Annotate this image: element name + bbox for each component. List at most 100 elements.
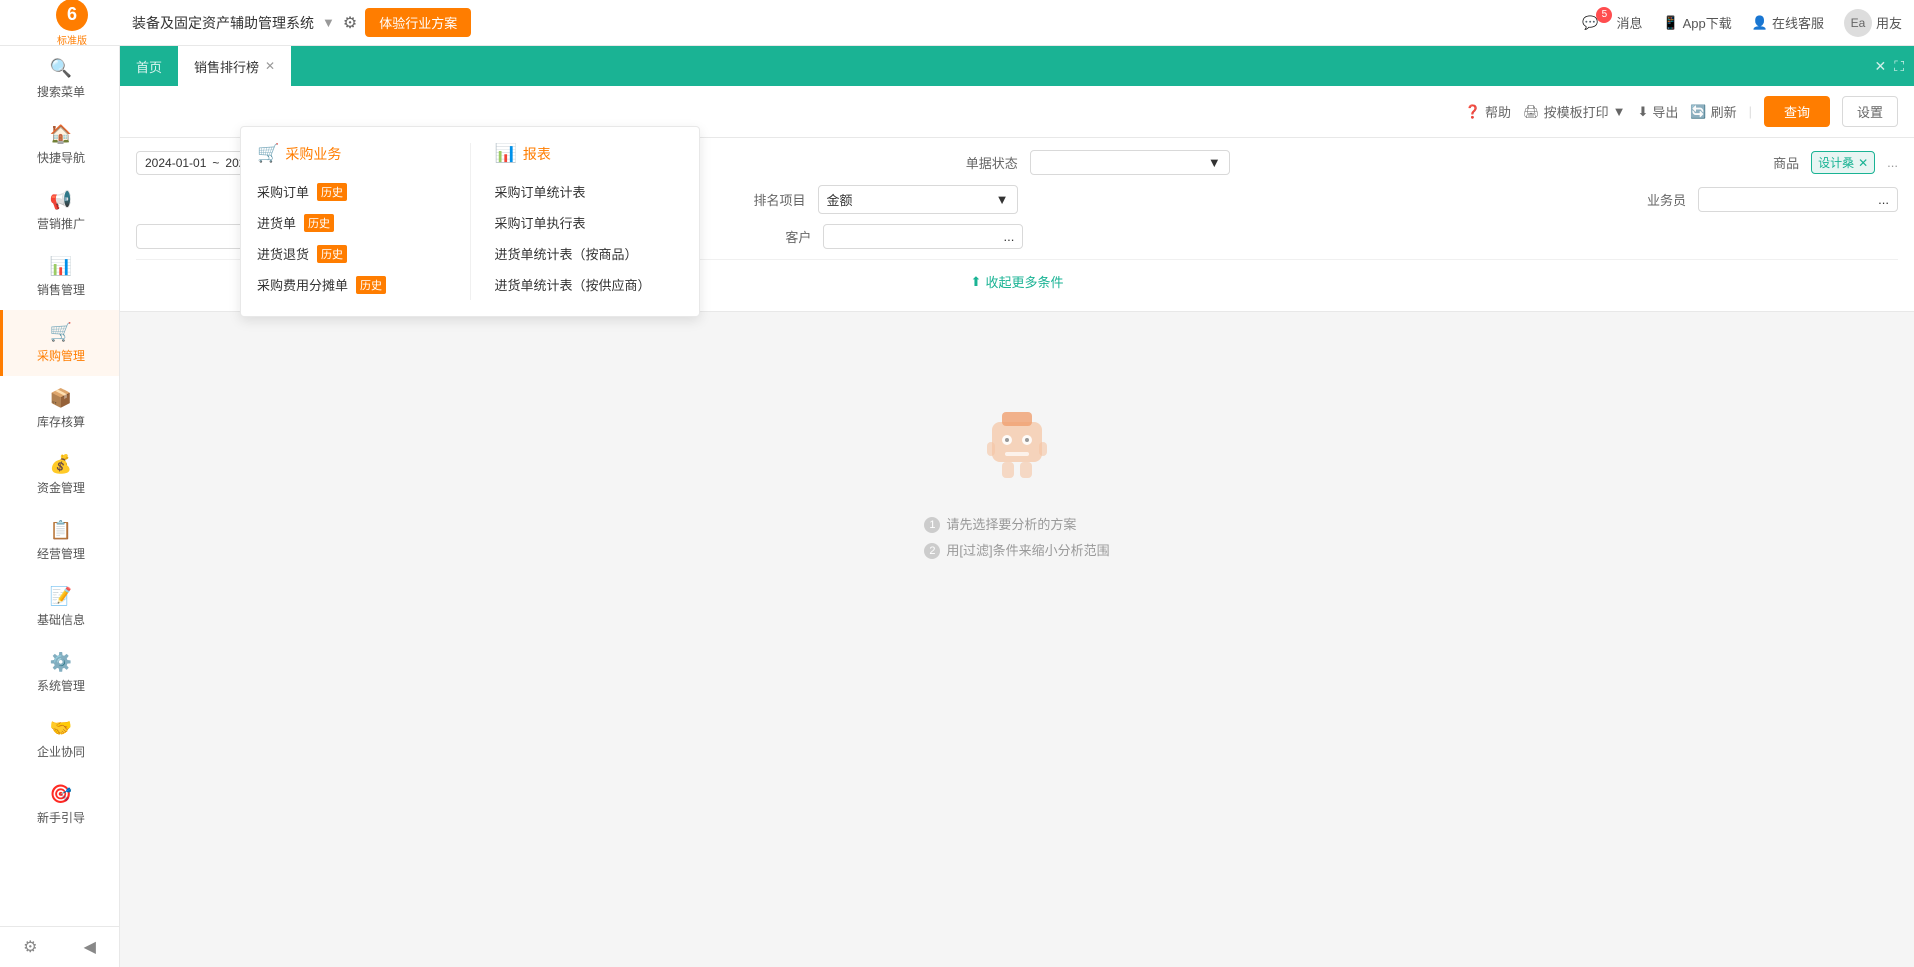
empty-illustration <box>967 392 1067 492</box>
report-col-icon: 📊 <box>495 143 517 164</box>
report-col: 📊 报表 采购订单统计表 采购订单执行表 进货单统计表（按商品） 进货单统计表（… <box>495 143 684 300</box>
dropdown-receive-order-label: 进货单 <box>257 213 296 232</box>
sidebar-item-sales[interactable]: 📊 销售管理 <box>0 244 119 310</box>
sidebar-item-operations[interactable]: 📋 经营管理 <box>0 508 119 574</box>
goods-more-icon[interactable]: ... <box>1887 155 1898 170</box>
sidebar-label-system: 系统管理 <box>37 677 85 694</box>
search-icon: 🔍 <box>50 58 72 79</box>
finance-icon: 💰 <box>50 454 72 475</box>
user-name: 用友 <box>1876 13 1902 32</box>
header-middle: 装备及固定资产辅助管理系统 ▼ ⚙ 体验行业方案 <box>132 8 1582 37</box>
tab-close-icon[interactable]: ✕ <box>265 59 275 73</box>
sidebar-item-nav[interactable]: 🏠 快捷导航 <box>0 112 119 178</box>
online-service-label: 在线客服 <box>1772 13 1824 32</box>
sidebar-item-marketing[interactable]: 📢 营销推广 <box>0 178 119 244</box>
sidebar-settings-btn[interactable]: ⚙ <box>23 937 37 957</box>
sidebar-collapse-btn[interactable]: ◀ <box>84 937 96 957</box>
tip-text-1: 请先选择要分析的方案 <box>946 512 1076 538</box>
print-dropdown-icon[interactable]: ▼ <box>1613 104 1626 119</box>
dropdown-receive-order[interactable]: 进货单 历史 <box>257 207 446 238</box>
purchase-order-history-badge: 历史 <box>317 183 347 201</box>
dropdown-purchase-order-stat[interactable]: 采购订单统计表 <box>495 176 684 207</box>
empty-tips: 1 请先选择要分析的方案 2 用[过滤]条件来缩小分析范围 <box>924 512 1109 564</box>
refresh-label: 刷新 <box>1711 102 1737 121</box>
tab-sales-rank[interactable]: 销售排行榜 ✕ <box>178 46 291 86</box>
logo-subtitle: 标准版 <box>57 32 87 47</box>
customer-select[interactable]: ... <box>823 224 1023 249</box>
salesperson-label: 业务员 <box>1647 190 1686 209</box>
tab-bar-right: ✕ ⛶ <box>1874 58 1914 75</box>
service-icon: 👤 <box>1752 15 1768 31</box>
dropdown-purchase-order-exec[interactable]: 采购订单执行表 <box>495 207 684 238</box>
messages-label: 消息 <box>1616 13 1642 32</box>
dropdown-expense[interactable]: 采购费用分摊单 历史 <box>257 269 446 300</box>
sidebar-item-inventory[interactable]: 📦 库存核算 <box>0 376 119 442</box>
sidebar-item-purchase[interactable]: 🛒 采购管理 <box>0 310 119 376</box>
top-header: 6 标准版 装备及固定资产辅助管理系统 ▼ ⚙ 体验行业方案 💬 5 消息 📱 … <box>0 0 1914 46</box>
sidebar-item-search[interactable]: 🔍 搜索菜单 <box>0 46 119 112</box>
online-service-item[interactable]: 👤 在线客服 <box>1752 13 1824 32</box>
rank-dropdown-icon: ▼ <box>996 192 1009 207</box>
help-icon: ❓ <box>1465 104 1481 120</box>
tab-expand-icon[interactable]: ⛶ <box>1894 58 1904 75</box>
dropdown-receive-stat-supplier-label: 进货单统计表（按供应商） <box>495 275 651 294</box>
purchase-icon: 🛒 <box>50 322 72 343</box>
operations-icon: 📋 <box>50 520 72 541</box>
help-btn[interactable]: ❓ 帮助 <box>1465 102 1511 121</box>
refresh-icon: 🔄 <box>1690 104 1706 120</box>
sidebar-label-basics: 基础信息 <box>37 611 85 628</box>
message-badge: 5 <box>1596 7 1612 23</box>
order-status-label: 单据状态 <box>966 153 1018 172</box>
date-start: 2024-01-01 <box>145 156 206 170</box>
print-btn[interactable]: 🖨 按模板打印 ▼ <box>1523 102 1625 121</box>
salesperson-select[interactable]: ... <box>1698 187 1898 212</box>
salesperson-more-icon[interactable]: ... <box>1878 192 1889 207</box>
dropdown-purchase-order[interactable]: 采购订单 历史 <box>257 176 446 207</box>
sidebar-item-collab[interactable]: 🤝 企业协同 <box>0 706 119 772</box>
report-col-title-text: 报表 <box>523 144 551 164</box>
user-item[interactable]: Ea 用友 <box>1844 9 1902 37</box>
rank-value: 金额 <box>827 190 853 209</box>
tip-num-2: 2 <box>924 543 940 559</box>
purchase-col-icon: 🛒 <box>257 143 279 164</box>
collapse-up-icon: ⬆ <box>971 274 982 290</box>
sidebar-item-finance[interactable]: 💰 资金管理 <box>0 442 119 508</box>
home-icon: 🏠 <box>50 124 72 145</box>
sidebar-item-guide[interactable]: 🎯 新手引导 <box>0 772 119 838</box>
query-btn[interactable]: 查询 <box>1764 96 1830 127</box>
receive-order-history-badge: 历史 <box>304 214 334 232</box>
system-dropdown-arrow[interactable]: ▼ <box>322 15 335 30</box>
dropdown-receive-stat-supplier[interactable]: 进货单统计表（按供应商） <box>495 269 684 300</box>
collapse-label: 收起更多条件 <box>985 272 1063 291</box>
rank-select[interactable]: 金额 ▼ <box>818 185 1018 214</box>
messages-item[interactable]: 💬 5 消息 <box>1582 13 1642 32</box>
refresh-btn[interactable]: 🔄 刷新 <box>1690 102 1736 121</box>
return-goods-history-badge: 历史 <box>317 245 347 263</box>
filter-settings-btn[interactable]: 设置 <box>1842 96 1898 127</box>
export-icon: ⬇ <box>1637 104 1648 120</box>
order-status-dropdown-icon: ▼ <box>1208 155 1221 170</box>
goods-tag-remove[interactable]: ✕ <box>1858 156 1868 170</box>
system-settings-icon[interactable]: ⚙ <box>343 13 357 33</box>
tip-num-1: 1 <box>924 517 940 533</box>
sidebar-label-operations: 经营管理 <box>37 545 85 562</box>
export-btn[interactable]: ⬇ 导出 <box>1637 102 1678 121</box>
tab-window-close-icon[interactable]: ✕ <box>1874 58 1886 75</box>
dropdown-return-goods[interactable]: 进货退货 历史 <box>257 238 446 269</box>
goods-tag[interactable]: 设计桑 ✕ <box>1811 151 1875 174</box>
dropdown-purchase-order-exec-label: 采购订单执行表 <box>495 213 586 232</box>
dropdown-purchase-order-label: 采购订单 <box>257 182 309 201</box>
sidebar-item-basics[interactable]: 📝 基础信息 <box>0 574 119 640</box>
sidebar-bottom: ⚙ ◀ <box>0 926 119 967</box>
tab-home[interactable]: 首页 <box>120 46 178 86</box>
date-separator: ~ <box>212 156 219 170</box>
dropdown-receive-stat-goods-label: 进货单统计表（按商品） <box>495 244 638 263</box>
order-status-select[interactable]: ▼ <box>1030 150 1230 175</box>
tab-sales-rank-label: 销售排行榜 <box>194 57 259 76</box>
dropdown-receive-stat-goods[interactable]: 进货单统计表（按商品） <box>495 238 684 269</box>
customer-more-icon[interactable]: ... <box>1004 229 1015 244</box>
app-download-item[interactable]: 📱 App下载 <box>1662 13 1731 32</box>
sidebar-item-system[interactable]: ⚙️ 系统管理 <box>0 640 119 706</box>
dropdown-purchase-order-stat-label: 采购订单统计表 <box>495 182 586 201</box>
industry-btn[interactable]: 体验行业方案 <box>365 8 471 37</box>
